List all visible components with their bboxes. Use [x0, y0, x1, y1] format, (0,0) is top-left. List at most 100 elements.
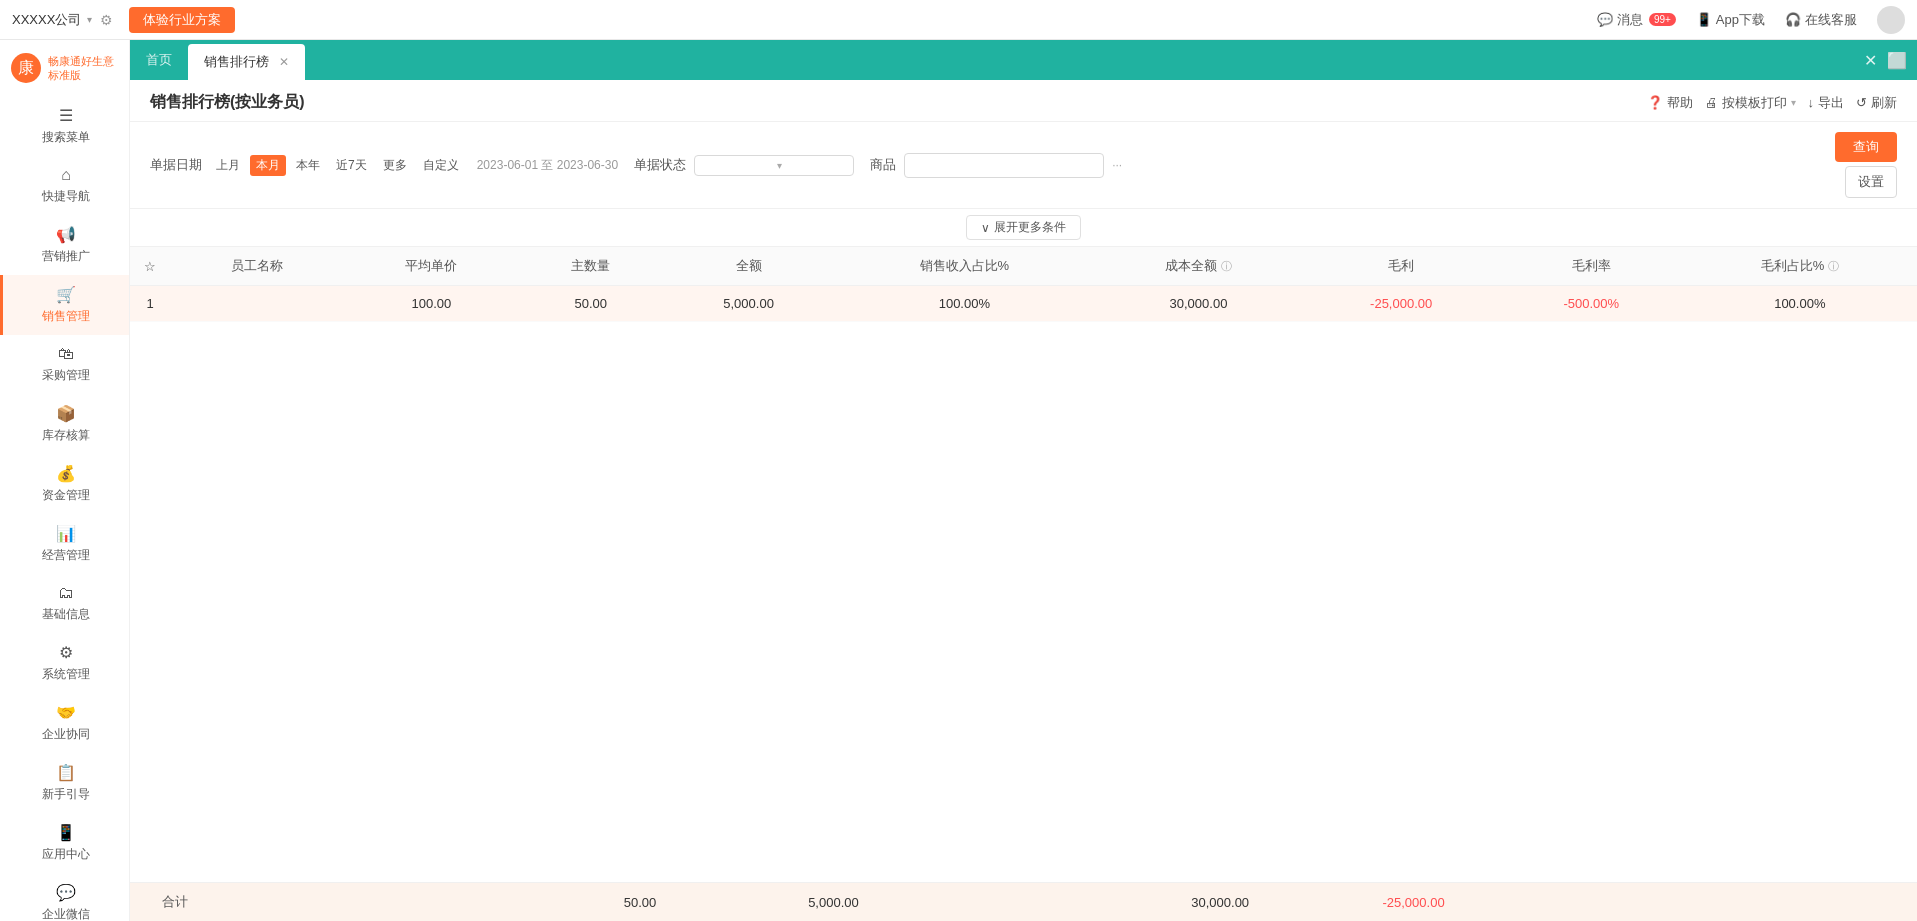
sidebar-item-purchase[interactable]: 🛍 采购管理: [0, 335, 129, 394]
col-gross: 毛利: [1302, 247, 1500, 286]
status-filter-section: 单据状态 ▾: [634, 155, 854, 176]
status-filter-label: 单据状态: [634, 156, 686, 174]
sales-icon: 🛒: [56, 285, 76, 304]
sidebar-item-inventory[interactable]: 📦 库存核算: [0, 394, 129, 454]
system-icon: ⚙: [59, 643, 73, 662]
tab-home[interactable]: 首页: [130, 40, 188, 80]
wechat-icon: 💬: [56, 883, 76, 902]
content-area: 首页 销售排行榜 ✕ ✕ ⬜ 销售排行榜(按业务员) ❓ 帮助: [130, 40, 1917, 921]
sidebar: 康 畅康通好生意 标准版 ☰ 搜索菜单 ⌂ 快捷导航 📢 营销推广 🛒 销售管理…: [0, 40, 130, 921]
export-icon: ↓: [1808, 95, 1815, 110]
avatar[interactable]: [1877, 6, 1905, 34]
date-btn-this-month[interactable]: 本月: [250, 155, 286, 176]
marketing-icon: 📢: [56, 225, 76, 244]
sidebar-item-appcenter[interactable]: 📱 应用中心: [0, 813, 129, 873]
footer-total-label: 合计: [162, 894, 188, 909]
guide-icon: 📋: [56, 763, 76, 782]
gross-pct-info-icon[interactable]: ⓘ: [1828, 260, 1839, 272]
online-service-button[interactable]: 🎧 在线客服: [1785, 11, 1857, 29]
table-row: 1 100.00 50.00 5,000.00 100.00% 30,000.0…: [130, 286, 1917, 322]
sidebar-item-shortcut[interactable]: ⌂ 快捷导航: [0, 156, 129, 215]
refresh-button[interactable]: ↺ 刷新: [1856, 94, 1897, 112]
sidebar-item-shortcut-label: 快捷导航: [42, 188, 90, 205]
status-select[interactable]: ▾: [694, 155, 854, 176]
sidebar-item-system[interactable]: ⚙ 系统管理: [0, 633, 129, 693]
help-icon: ❓: [1647, 95, 1663, 110]
footer-cost: 30,000.00: [1124, 895, 1317, 910]
main-layout: 康 畅康通好生意 标准版 ☰ 搜索菜单 ⌂ 快捷导航 📢 营销推广 🛒 销售管理…: [0, 40, 1917, 921]
sidebar-item-search[interactable]: ☰ 搜索菜单: [0, 96, 129, 156]
sidebar-item-marketing[interactable]: 📢 营销推广: [0, 215, 129, 275]
page-content: 销售排行榜(按业务员) ❓ 帮助 🖨 按模板打印 ▾ ↓ 导出: [130, 80, 1917, 921]
footer-main-qty: 50.00: [543, 895, 736, 910]
search-menu-icon: ☰: [59, 106, 73, 125]
sidebar-item-finance-label: 资金管理: [42, 487, 90, 504]
date-btn-this-year[interactable]: 本年: [290, 155, 326, 176]
finance-icon: 💰: [56, 464, 76, 483]
more-filter-icon[interactable]: ···: [1112, 158, 1122, 172]
export-button[interactable]: ↓ 导出: [1808, 94, 1845, 112]
col-name: 员工名称: [170, 247, 344, 286]
filter-bar: 单据日期 上月 本月 本年 近7天 更多 自定义 2023-06-01 至 20…: [130, 122, 1917, 209]
message-button[interactable]: 💬 消息 99+: [1597, 11, 1676, 29]
tab-sales-rank[interactable]: 销售排行榜 ✕: [188, 44, 305, 80]
goods-input[interactable]: [904, 153, 1104, 178]
page-header-actions: ❓ 帮助 🖨 按模板打印 ▾ ↓ 导出 ↺ 刷新: [1647, 94, 1898, 112]
goods-filter-section: 商品 ···: [870, 153, 1122, 178]
table-wrap: ☆ 员工名称 平均单价 主数量 全额 销售收入占比% 成本全额 ⓘ 毛利 毛利率…: [130, 247, 1917, 882]
print-icon: 🖨: [1705, 95, 1718, 110]
filter-query-area: 查询 设置: [1835, 132, 1897, 198]
company-chevron-icon: ▾: [87, 14, 92, 25]
cell-gross: -25,000.00: [1302, 286, 1500, 322]
company-selector[interactable]: XXXXX公司 ▾: [12, 11, 92, 29]
print-chevron-icon: ▾: [1791, 97, 1796, 108]
col-index: ☆: [130, 247, 170, 286]
cell-cost: 30,000.00: [1095, 286, 1303, 322]
svg-text:康: 康: [18, 59, 34, 76]
sidebar-item-appcenter-label: 应用中心: [42, 846, 90, 863]
sidebar-item-enterprise-collab[interactable]: 🤝 企业协同: [0, 693, 129, 753]
sidebar-item-operations[interactable]: 📊 经营管理: [0, 514, 129, 574]
date-filter-section: 单据日期 上月 本月 本年 近7天 更多 自定义 2023-06-01 至 20…: [150, 155, 618, 176]
print-button[interactable]: 🖨 按模板打印 ▾: [1705, 94, 1796, 112]
tab-sales-rank-label: 销售排行榜: [204, 53, 269, 71]
query-button[interactable]: 查询: [1835, 132, 1897, 162]
data-table: ☆ 员工名称 平均单价 主数量 全额 销售收入占比% 成本全额 ⓘ 毛利 毛利率…: [130, 247, 1917, 322]
cell-avg-price: 100.00: [344, 286, 518, 322]
filter-settings-button[interactable]: 设置: [1845, 166, 1897, 198]
col-gross-rate: 毛利率: [1500, 247, 1683, 286]
date-btn-7days[interactable]: 近7天: [330, 155, 373, 176]
sidebar-item-sales-label: 销售管理: [42, 308, 90, 325]
help-button[interactable]: ❓ 帮助: [1647, 94, 1693, 112]
sidebar-logo: 康 畅康通好生意 标准版: [0, 40, 129, 96]
sidebar-item-guide[interactable]: 📋 新手引导: [0, 753, 129, 813]
tab-restore-icon[interactable]: ⬜: [1887, 51, 1907, 70]
date-range-text: 2023-06-01 至 2023-06-30: [477, 157, 618, 174]
try-industry-button[interactable]: 体验行业方案: [129, 7, 235, 33]
expand-icon: ∨: [981, 221, 990, 235]
sidebar-item-wechat[interactable]: 💬 企业微信: [0, 873, 129, 921]
sidebar-item-sales[interactable]: 🛒 销售管理: [0, 275, 129, 335]
sidebar-item-baseinfo[interactable]: 🗂 基础信息: [0, 574, 129, 633]
date-btn-custom[interactable]: 自定义: [417, 155, 465, 176]
date-btn-more[interactable]: 更多: [377, 155, 413, 176]
sidebar-item-guide-label: 新手引导: [42, 786, 90, 803]
cost-info-icon[interactable]: ⓘ: [1221, 260, 1232, 272]
tab-close-all-icon[interactable]: ✕: [1864, 51, 1877, 70]
date-filter-label: 单据日期: [150, 156, 202, 174]
cell-gross-rate: -500.00%: [1500, 286, 1683, 322]
table-footer: 合计 50.00 5,000.00 30,000.00 -25,000.00: [130, 882, 1917, 921]
tab-close-icon[interactable]: ✕: [279, 55, 289, 69]
tab-bar-right: ✕ ⬜: [1864, 51, 1917, 70]
app-download-icon: 📱: [1696, 12, 1712, 27]
cell-sales-pct: 100.00%: [834, 286, 1094, 322]
page-header: 销售排行榜(按业务员) ❓ 帮助 🖨 按模板打印 ▾ ↓ 导出: [130, 80, 1917, 122]
topbar-settings-icon[interactable]: ⚙: [100, 12, 113, 28]
tab-bar: 首页 销售排行榜 ✕ ✕ ⬜: [130, 40, 1917, 80]
collab-icon: 🤝: [56, 703, 76, 722]
sidebar-item-finance[interactable]: 💰 资金管理: [0, 454, 129, 514]
app-download-button[interactable]: 📱 App下载: [1696, 11, 1765, 29]
status-select-chevron-icon: ▾: [777, 160, 843, 171]
date-btn-last-month[interactable]: 上月: [210, 155, 246, 176]
expand-more-button[interactable]: ∨ 展开更多条件: [966, 215, 1081, 240]
